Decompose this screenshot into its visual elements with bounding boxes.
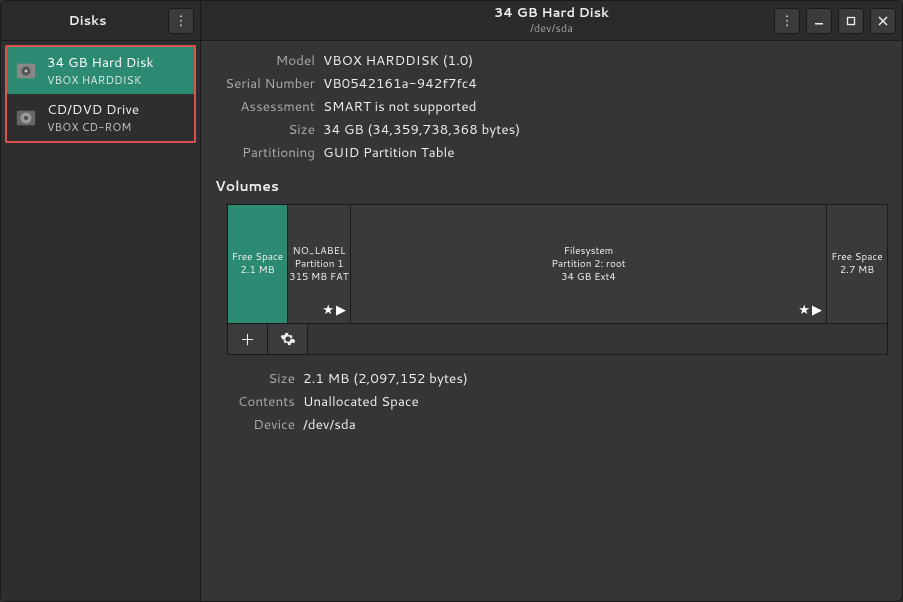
disk-menu-button[interactable]: ⋮ [774,8,800,34]
part-value: GUID Partition Table [323,143,455,162]
vol-row-contents: Contents Unallocated Space [215,392,888,411]
volume-segment-free-space-1[interactable]: Free Space 2.1 MB [228,205,288,323]
sidebar-menu-button[interactable]: ⋮ [168,8,194,34]
sidebar-item-text: 34 GB Hard Disk VBOX HARDDISK [47,53,154,88]
info-row-size: Size 34 GB (34,359,738,368 bytes) [215,120,888,139]
segment-desc: Partition 2: root [551,258,625,271]
close-button[interactable] [870,8,896,34]
segment-actions: ★ ▶ [798,302,822,319]
serial-label: Serial Number [215,74,315,93]
minimize-button[interactable] [806,8,832,34]
content: Model VBOX HARDDISK (1.0) Serial Number … [201,41,902,601]
volumes-bar: Free Space 2.1 MB NO_LABEL Partition 1 3… [227,204,888,324]
headerbar: Disks ⋮ 34 GB Hard Disk /dev/sda ⋮ [1,1,902,41]
segment-actions: ★ ▶ [322,302,346,319]
menu-icon: ⋮ [781,12,794,30]
optical-icon [15,107,37,129]
info-row-model: Model VBOX HARDDISK (1.0) [215,51,888,70]
menu-icon: ⋮ [175,12,188,30]
volumes-title: Volumes [215,176,888,196]
segment-label: Filesystem [564,245,614,258]
header-right: 34 GB Hard Disk /dev/sda ⋮ [201,1,902,40]
vol-row-device: Device /dev/sda [215,415,888,434]
sidebar-item-text: CD/DVD Drive VBOX CD-ROM [47,100,139,135]
sidebar-item-subtitle: VBOX HARDDISK [47,72,154,88]
vol-device-label: Device [215,415,295,434]
volume-segment-partition-1[interactable]: NO_LABEL Partition 1 315 MB FAT ★ ▶ [288,205,351,323]
info-row-assessment: Assessment SMART is not supported [215,97,888,116]
settings-button[interactable] [268,324,308,354]
plus-icon: ＋ [240,329,255,350]
vol-contents-value: Unallocated Space [303,392,419,411]
info-row-partitioning: Partitioning GUID Partition Table [215,143,888,162]
maximize-icon [846,16,856,26]
disk-icon [15,60,37,82]
segment-desc: Partition 1 [294,258,343,271]
part-label: Partitioning [215,143,315,162]
info-row-serial: Serial Number VB0542161a-942f7fc4 [215,74,888,93]
vol-size-value: 2.1 MB (2,097,152 bytes) [303,369,468,388]
segment-size: 315 MB FAT [289,271,348,284]
gear-icon [280,331,296,347]
star-icon[interactable]: ★ [798,302,810,319]
volumes-area: Free Space 2.1 MB NO_LABEL Partition 1 3… [227,204,888,355]
segment-size: 2.7 MB [840,264,874,277]
maximize-button[interactable] [838,8,864,34]
play-icon[interactable]: ▶ [336,302,346,319]
header-title-group: 34 GB Hard Disk /dev/sda [494,6,609,35]
segment-size: 2.1 MB [240,264,274,277]
volume-toolbar: ＋ [227,324,888,355]
assess-label: Assessment [215,97,315,116]
play-icon[interactable]: ▶ [812,302,822,319]
create-partition-button[interactable]: ＋ [228,324,268,354]
window: Disks ⋮ 34 GB Hard Disk /dev/sda ⋮ [0,0,903,602]
sidebar-item-title: 34 GB Hard Disk [47,53,154,72]
assess-value: SMART is not supported [323,97,476,116]
vol-size-label: Size [215,369,295,388]
sidebar-item-cd-dvd[interactable]: CD/DVD Drive VBOX CD-ROM [7,94,194,141]
minimize-icon [814,16,824,26]
vol-device-value: /dev/sda [303,415,356,434]
volume-segment-free-space-2[interactable]: Free Space 2.7 MB [827,205,887,323]
model-value: VBOX HARDDISK (1.0) [323,51,473,70]
app-title: Disks [7,12,168,30]
disk-subtitle: /dev/sda [494,22,609,35]
body: 34 GB Hard Disk VBOX HARDDISK CD/DVD Dri… [1,41,902,601]
size-label: Size [215,120,315,139]
sidebar-item-title: CD/DVD Drive [47,100,139,119]
annotation-highlight: 34 GB Hard Disk VBOX HARDDISK CD/DVD Dri… [5,45,196,143]
vol-row-size: Size 2.1 MB (2,097,152 bytes) [215,369,888,388]
model-label: Model [215,51,315,70]
sidebar: 34 GB Hard Disk VBOX HARDDISK CD/DVD Dri… [1,41,201,601]
serial-value: VB0542161a-942f7fc4 [323,74,477,93]
close-icon [878,16,888,26]
header-left: Disks ⋮ [1,1,201,40]
window-controls: ⋮ [774,8,896,34]
volume-info: Size 2.1 MB (2,097,152 bytes) Contents U… [215,369,888,434]
size-value: 34 GB (34,359,738,368 bytes) [323,120,520,139]
volume-segment-partition-2[interactable]: Filesystem Partition 2: root 34 GB Ext4 … [351,205,827,323]
sidebar-item-subtitle: VBOX CD-ROM [47,119,139,135]
segment-size: 34 GB Ext4 [561,271,615,284]
vol-contents-label: Contents [215,392,295,411]
sidebar-item-hard-disk[interactable]: 34 GB Hard Disk VBOX HARDDISK [7,47,194,94]
segment-label: NO_LABEL [292,245,345,258]
star-icon[interactable]: ★ [322,302,334,319]
